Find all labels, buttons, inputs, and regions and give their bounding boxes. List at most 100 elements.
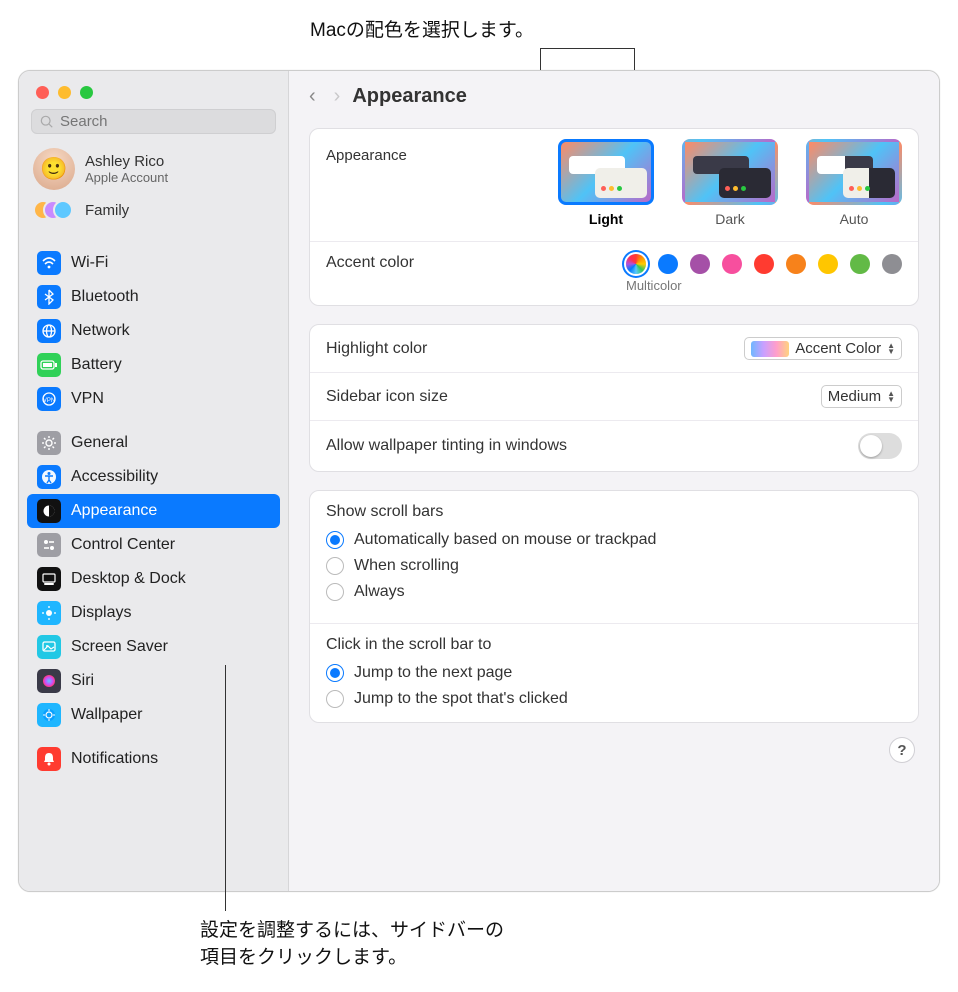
appearance-group: Appearance Light Dark Auto Accent color … <box>309 128 919 306</box>
close-window[interactable] <box>36 86 49 99</box>
sidebar-item-label: Appearance <box>71 502 157 520</box>
sidebar-item-label: Wi-Fi <box>71 254 108 272</box>
sidebar-item-label: Bluetooth <box>71 288 139 306</box>
sidebar-item-label: VPN <box>71 390 104 408</box>
sidebar-item-wallpaper[interactable]: Wallpaper <box>27 698 280 732</box>
radio-label: Automatically based on mouse or trackpad <box>354 531 656 549</box>
radio-label: Jump to the spot that's clicked <box>354 690 568 708</box>
accent-swatch-8[interactable] <box>882 254 902 274</box>
zoom-window[interactable] <box>80 86 93 99</box>
scrollbars-option-0[interactable]: Automatically based on mouse or trackpad <box>310 527 918 553</box>
theme-light[interactable]: Light <box>558 139 654 227</box>
acc-icon <box>37 465 61 489</box>
accent-swatch-0[interactable] <box>626 254 646 274</box>
display-group: Highlight color Accent Color ▲▼ Sidebar … <box>309 324 919 472</box>
sidebar-item-network[interactable]: Network <box>27 314 280 348</box>
toolbar: ‹ › Appearance <box>289 71 939 122</box>
sidebar-item-displays[interactable]: Displays <box>27 596 280 630</box>
highlight-label: Highlight color <box>326 340 427 358</box>
radio-label: Jump to the next page <box>354 664 512 682</box>
highlight-select[interactable]: Accent Color ▲▼ <box>744 337 902 360</box>
scrollclick-option-0[interactable]: Jump to the next page <box>310 660 918 686</box>
accent-selected-label: Multicolor <box>626 278 902 293</box>
sidebar-item-label: Notifications <box>71 750 158 768</box>
appear-icon <box>37 499 61 523</box>
nav-back[interactable]: ‹ <box>309 85 316 108</box>
scrollbars-option-1[interactable]: When scrolling <box>310 553 918 579</box>
sidebar-item-wi-fi[interactable]: Wi-Fi <box>27 246 280 280</box>
bell-icon <box>37 747 61 771</box>
scrollbars-option-2[interactable]: Always <box>310 579 918 615</box>
minimize-window[interactable] <box>58 86 71 99</box>
nav-forward[interactable]: › <box>334 85 341 108</box>
search-icon <box>40 115 54 129</box>
cc-icon <box>37 533 61 557</box>
callout-line <box>225 665 226 911</box>
help-button[interactable]: ? <box>889 737 915 763</box>
sidebar-item-accessibility[interactable]: Accessibility <box>27 460 280 494</box>
page-title: Appearance <box>352 85 467 108</box>
sidebar-item-control-center[interactable]: Control Center <box>27 528 280 562</box>
search-field[interactable] <box>31 109 276 134</box>
theme-dark[interactable]: Dark <box>682 139 778 227</box>
sidebar-item-appearance[interactable]: Appearance <box>27 494 280 528</box>
sidebar-size-select[interactable]: Medium ▲▼ <box>821 385 902 408</box>
search-input[interactable] <box>60 113 267 130</box>
settings-window: 🙂 Ashley Rico Apple Account Family Wi-Fi… <box>18 70 940 892</box>
vpn-icon: VPN <box>37 387 61 411</box>
callout-line <box>540 48 634 49</box>
accent-swatch-3[interactable] <box>722 254 742 274</box>
sidebar-item-label: General <box>71 434 128 452</box>
ss-icon <box>37 635 61 659</box>
sidebar-item-vpn[interactable]: VPN VPN <box>27 382 280 416</box>
sidebar-size-label: Sidebar icon size <box>326 388 448 406</box>
chevrons-icon: ▲▼ <box>887 343 895 355</box>
dock-icon <box>37 567 61 591</box>
accent-swatch-1[interactable] <box>658 254 678 274</box>
family-label: Family <box>85 202 129 219</box>
sidebar-item-label: Wallpaper <box>71 706 142 724</box>
radio-icon <box>326 557 344 575</box>
accent-swatch-4[interactable] <box>754 254 774 274</box>
radio-icon <box>326 690 344 708</box>
theme-auto[interactable]: Auto <box>806 139 902 227</box>
avatar: 🙂 <box>33 148 75 190</box>
tinting-toggle[interactable] <box>858 433 902 459</box>
gear-icon <box>37 431 61 455</box>
family-row[interactable]: Family <box>19 194 288 232</box>
accent-swatch-5[interactable] <box>786 254 806 274</box>
sidebar-item-bluetooth[interactable]: Bluetooth <box>27 280 280 314</box>
sidebar-item-screen-saver[interactable]: Screen Saver <box>27 630 280 664</box>
radio-label: Always <box>354 583 405 601</box>
sidebar-item-battery[interactable]: Battery <box>27 348 280 382</box>
main-pane: ‹ › Appearance Appearance Light Dark Aut… <box>289 71 939 891</box>
sidebar-list: Wi-Fi Bluetooth NetworkBattery VPN VPN Genera… <box>19 242 288 891</box>
scrollclick-option-1[interactable]: Jump to the spot that's clicked <box>310 686 918 722</box>
accent-swatch-7[interactable] <box>850 254 870 274</box>
sidebar-item-desktop-dock[interactable]: Desktop & Dock <box>27 562 280 596</box>
appearance-label: Appearance <box>326 139 486 227</box>
account-subtitle: Apple Account <box>85 170 168 185</box>
window-controls <box>19 71 288 109</box>
sidebar-item-label: Accessibility <box>71 468 158 486</box>
scrollclick-heading: Click in the scroll bar to <box>310 624 918 660</box>
disp-icon <box>37 601 61 625</box>
highlight-preview <box>751 341 789 357</box>
theme-label: Dark <box>682 211 778 227</box>
accent-swatch-6[interactable] <box>818 254 838 274</box>
sidebar-item-label: Siri <box>71 672 94 690</box>
chevrons-icon: ▲▼ <box>887 391 895 403</box>
sidebar-item-siri[interactable]: Siri <box>27 664 280 698</box>
theme-options: Light Dark Auto <box>558 139 902 227</box>
highlight-value: Accent Color <box>795 340 881 357</box>
sidebar-item-notifications[interactable]: Notifications <box>27 742 280 776</box>
theme-thumb-light <box>558 139 654 205</box>
sidebar-item-label: Control Center <box>71 536 175 554</box>
sidebar-item-general[interactable]: General <box>27 426 280 460</box>
accent-label: Accent color <box>326 254 414 272</box>
radio-icon <box>326 583 344 601</box>
bt-icon <box>37 285 61 309</box>
apple-account-row[interactable]: 🙂 Ashley Rico Apple Account <box>19 142 288 194</box>
scroll-group: Show scroll bars Automatically based on … <box>309 490 919 723</box>
accent-swatch-2[interactable] <box>690 254 710 274</box>
